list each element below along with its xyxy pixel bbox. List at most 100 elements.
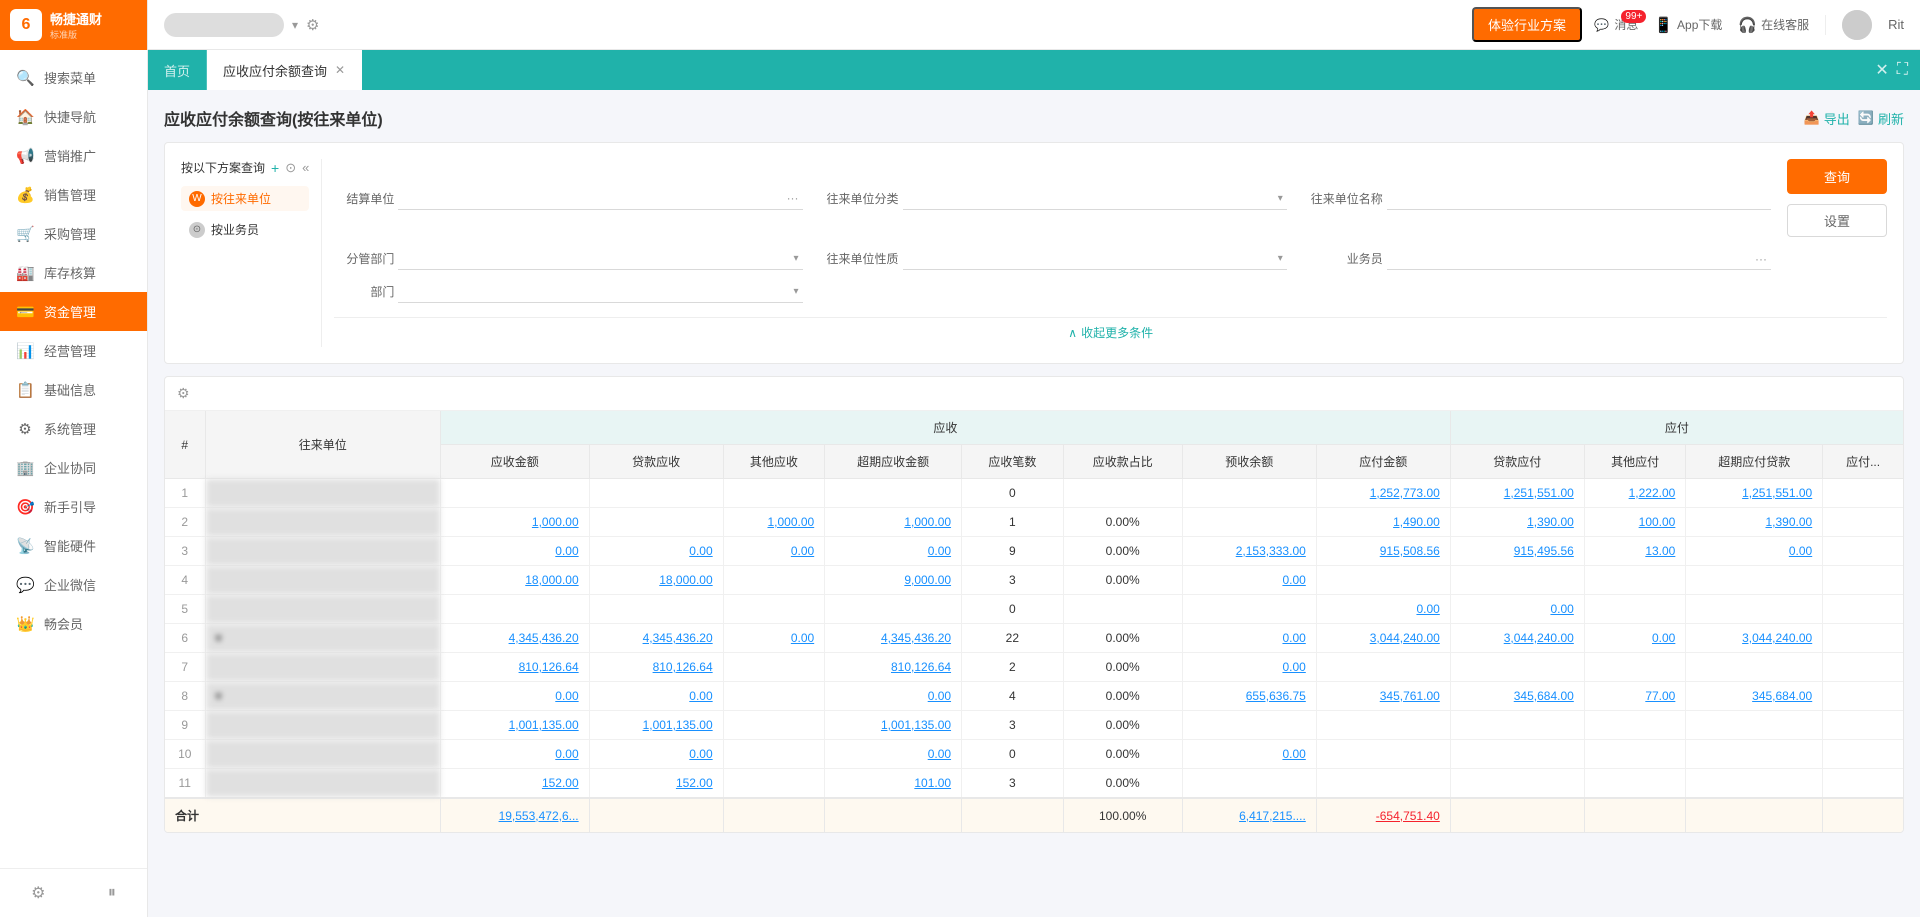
cell-ap-overdue[interactable]: 345,684.00	[1686, 682, 1823, 711]
unit-nature-select[interactable]	[903, 247, 1287, 270]
cell-ap-col[interactable]	[1823, 769, 1903, 799]
cell-ar-amount[interactable]: 18,000.00	[440, 566, 589, 595]
cell-ar-overdue[interactable]: 4,345,436.20	[825, 624, 962, 653]
cell-ar-loan[interactable]: 18,000.00	[589, 566, 723, 595]
unit-name-input[interactable]	[1387, 187, 1771, 210]
settings-button[interactable]: 设置	[1787, 204, 1887, 237]
tab-close-button[interactable]: ✕	[1875, 60, 1888, 80]
sidebar-item-sales[interactable]: 💰 销售管理	[0, 175, 147, 214]
cell-ap-amount[interactable]	[1316, 769, 1450, 799]
cell-ar-amount[interactable]: 0.00	[440, 682, 589, 711]
cell-ar-loan[interactable]: 810,126.64	[589, 653, 723, 682]
salesperson-input[interactable]	[1387, 247, 1771, 270]
cell-ap-loan[interactable]: 345,684.00	[1450, 682, 1584, 711]
tab-home[interactable]: 首页	[148, 50, 207, 90]
cell-ap-other[interactable]	[1584, 740, 1686, 769]
cell-ap-loan[interactable]: 3,044,240.00	[1450, 624, 1584, 653]
avatar[interactable]	[1842, 10, 1872, 40]
footer-ar-prepay[interactable]: 6,417,215....	[1182, 798, 1316, 832]
query-button[interactable]: 查询	[1787, 159, 1887, 194]
cell-ar-amount[interactable]: 0.00	[440, 537, 589, 566]
settlement-unit-input[interactable]	[398, 187, 802, 210]
cell-ap-other[interactable]: 1,222.00	[1584, 479, 1686, 508]
app-download-button[interactable]: 📱 App下载	[1654, 16, 1722, 34]
salesperson-dots[interactable]: ···	[1755, 252, 1767, 266]
cell-ap-other[interactable]	[1584, 595, 1686, 624]
filter-add-button[interactable]: +	[271, 160, 279, 176]
footer-ap-amount[interactable]: -654,751.40	[1316, 798, 1450, 832]
sidebar-item-search[interactable]: 🔍 搜索菜单	[0, 58, 147, 97]
cell-ap-overdue[interactable]	[1686, 595, 1823, 624]
cell-ap-loan[interactable]: 1,251,551.00	[1450, 479, 1584, 508]
cell-ap-loan[interactable]	[1450, 740, 1584, 769]
cell-ar-other[interactable]	[723, 682, 825, 711]
cell-ar-loan[interactable]: 0.00	[589, 682, 723, 711]
cell-ar-prepay[interactable]: 655,636.75	[1182, 682, 1316, 711]
sidebar-item-hardware[interactable]: 📡 智能硬件	[0, 526, 147, 565]
cell-ap-loan[interactable]	[1450, 566, 1584, 595]
cell-ar-loan[interactable]	[589, 508, 723, 537]
export-button[interactable]: 📤 导出	[1804, 109, 1850, 128]
sidebar-item-quick[interactable]: 🏠 快捷导航	[0, 97, 147, 136]
cell-ar-other[interactable]	[723, 769, 825, 799]
cell-ap-overdue[interactable]	[1686, 711, 1823, 740]
cell-ap-overdue[interactable]	[1686, 740, 1823, 769]
cell-ap-col[interactable]	[1823, 566, 1903, 595]
cell-ap-overdue[interactable]	[1686, 566, 1823, 595]
sidebar-item-corp[interactable]: 🏢 企业协同	[0, 448, 147, 487]
tab-balance[interactable]: 应收应付余额查询 ✕	[207, 50, 362, 90]
cell-ar-prepay[interactable]	[1182, 595, 1316, 624]
cell-ap-overdue[interactable]	[1686, 769, 1823, 799]
cell-ar-amount[interactable]	[440, 479, 589, 508]
cell-ap-amount[interactable]: 345,761.00	[1316, 682, 1450, 711]
cell-ar-overdue[interactable]: 1,000.00	[825, 508, 962, 537]
cell-ar-prepay[interactable]	[1182, 769, 1316, 799]
cell-ap-col[interactable]	[1823, 537, 1903, 566]
cell-ar-loan[interactable]	[589, 595, 723, 624]
cell-ap-other[interactable]: 0.00	[1584, 624, 1686, 653]
cell-ar-other[interactable]: 0.00	[723, 537, 825, 566]
sidebar-item-finance[interactable]: 💳 资金管理	[0, 292, 147, 331]
sidebar-item-system[interactable]: ⚙ 系统管理	[0, 409, 147, 448]
cell-ar-amount[interactable]: 1,000.00	[440, 508, 589, 537]
cell-ar-other[interactable]: 1,000.00	[723, 508, 825, 537]
cell-ar-overdue[interactable]	[825, 479, 962, 508]
cell-ar-overdue[interactable]: 0.00	[825, 740, 962, 769]
cell-ap-overdue[interactable]	[1686, 653, 1823, 682]
cell-ap-loan[interactable]	[1450, 653, 1584, 682]
cell-ar-overdue[interactable]: 9,000.00	[825, 566, 962, 595]
cell-ar-loan[interactable]: 4,345,436.20	[589, 624, 723, 653]
scheme-by-staff[interactable]: ⊙ 按业务员	[181, 217, 309, 242]
cell-ar-overdue[interactable]: 0.00	[825, 682, 962, 711]
sidebar-item-wechat[interactable]: 💬 企业微信	[0, 565, 147, 604]
cell-ap-overdue[interactable]: 1,251,551.00	[1686, 479, 1823, 508]
cell-ap-loan[interactable]	[1450, 711, 1584, 740]
cell-ap-loan[interactable]: 915,495.56	[1450, 537, 1584, 566]
cell-ar-prepay[interactable]	[1182, 711, 1316, 740]
cell-ar-other[interactable]	[723, 711, 825, 740]
footer-ar-amount[interactable]: 19,553,472,6...	[440, 798, 589, 832]
collapse-button[interactable]: ∧ 收起更多条件	[334, 317, 1887, 347]
cell-ap-other[interactable]	[1584, 711, 1686, 740]
cell-ap-col[interactable]	[1823, 653, 1903, 682]
cell-ar-amount[interactable]: 4,345,436.20	[440, 624, 589, 653]
cell-ap-col[interactable]	[1823, 595, 1903, 624]
unit-category-select[interactable]	[903, 187, 1287, 210]
cell-ar-other[interactable]	[723, 479, 825, 508]
settlement-unit-dots[interactable]: ···	[787, 191, 799, 205]
cell-ap-overdue[interactable]: 3,044,240.00	[1686, 624, 1823, 653]
cell-ap-loan[interactable]	[1450, 769, 1584, 799]
cell-ar-overdue[interactable]: 0.00	[825, 537, 962, 566]
cell-ap-col[interactable]	[1823, 479, 1903, 508]
cell-ap-loan[interactable]: 1,390.00	[1450, 508, 1584, 537]
cell-ap-amount[interactable]	[1316, 740, 1450, 769]
tab-close-icon[interactable]: ✕	[335, 63, 345, 77]
cell-ap-other[interactable]: 13.00	[1584, 537, 1686, 566]
cell-ap-amount[interactable]: 1,252,773.00	[1316, 479, 1450, 508]
cell-ap-other[interactable]: 100.00	[1584, 508, 1686, 537]
refresh-button[interactable]: 🔄 刷新	[1858, 109, 1904, 128]
cell-ar-prepay[interactable]: 2,153,333.00	[1182, 537, 1316, 566]
cell-ar-other[interactable]	[723, 740, 825, 769]
header-gear-icon[interactable]: ⚙	[306, 16, 319, 34]
cell-ar-overdue[interactable]: 101.00	[825, 769, 962, 799]
